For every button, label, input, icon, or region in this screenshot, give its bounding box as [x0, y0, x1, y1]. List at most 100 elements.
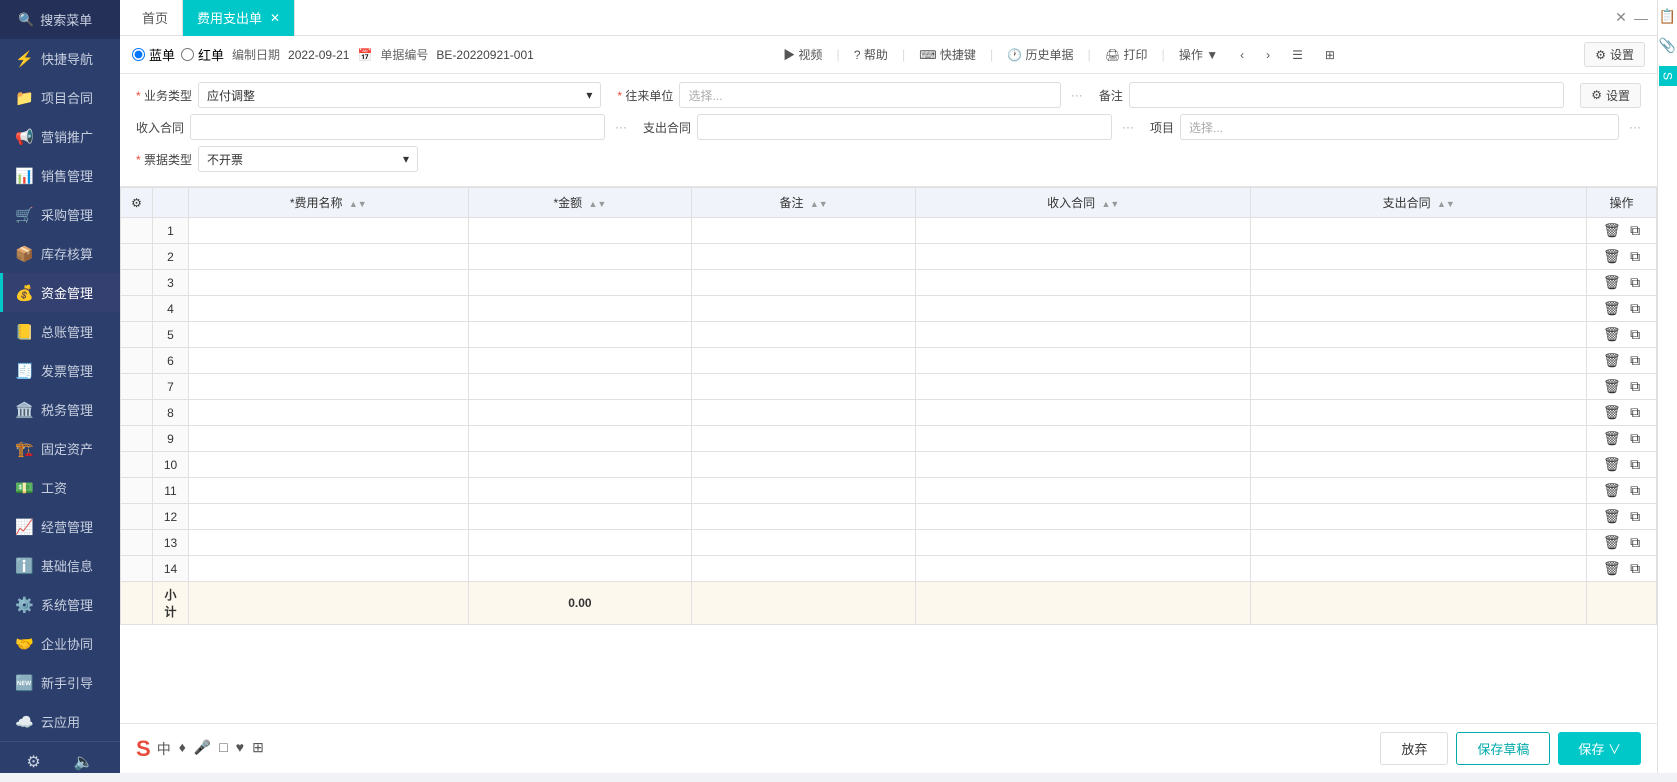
- row-amount-cell[interactable]: [468, 296, 692, 322]
- row-amount-cell[interactable]: [468, 452, 692, 478]
- row-name-cell[interactable]: [189, 478, 469, 504]
- col-expense-header[interactable]: 支出合同 ▲▼: [1251, 188, 1587, 218]
- row-expense-cell[interactable]: [1251, 426, 1587, 452]
- sidebar-item-basic-info[interactable]: ℹ️基础信息: [0, 546, 120, 585]
- row-amount-cell[interactable]: [468, 400, 692, 426]
- row-income-cell[interactable]: [915, 374, 1251, 400]
- row-income-cell[interactable]: [915, 426, 1251, 452]
- row-copy-icon[interactable]: ⧉: [1630, 248, 1640, 264]
- video-btn[interactable]: ▶ 视频: [775, 43, 830, 66]
- row-name-cell[interactable]: [189, 400, 469, 426]
- project-select[interactable]: 选择...: [1180, 114, 1619, 140]
- income-contract-more-btn[interactable]: ···: [615, 120, 627, 134]
- row-expense-cell[interactable]: [1251, 530, 1587, 556]
- col-name-header[interactable]: *费用名称 ▲▼: [189, 188, 469, 218]
- row-name-cell[interactable]: [189, 530, 469, 556]
- row-note-cell[interactable]: [692, 556, 916, 582]
- row-income-cell[interactable]: [915, 400, 1251, 426]
- expense-contract-input[interactable]: [697, 114, 1112, 140]
- row-expense-cell[interactable]: [1251, 504, 1587, 530]
- row-note-cell[interactable]: [692, 296, 916, 322]
- col-income-header[interactable]: 收入合同 ▲▼: [915, 188, 1251, 218]
- sidebar-item-capital-mgmt[interactable]: 💰资金管理: [0, 273, 120, 312]
- row-note-cell[interactable]: [692, 452, 916, 478]
- col-note-header[interactable]: 备注 ▲▼: [692, 188, 916, 218]
- row-expense-cell[interactable]: [1251, 270, 1587, 296]
- col-gear-header[interactable]: ⚙: [121, 188, 153, 218]
- income-contract-input[interactable]: [190, 114, 605, 140]
- row-copy-icon[interactable]: ⧉: [1630, 482, 1640, 498]
- history-btn[interactable]: 🕐 历史单据: [999, 43, 1081, 66]
- sidebar-item-enterprise-collab[interactable]: 🤝企业协同: [0, 624, 120, 663]
- tab-expense-form[interactable]: 费用支出单 ✕: [183, 0, 295, 36]
- row-expense-cell[interactable]: [1251, 296, 1587, 322]
- tab-home[interactable]: 首页: [128, 0, 183, 36]
- sidebar-item-new-guide[interactable]: 🆕新手引导: [0, 663, 120, 702]
- row-expense-cell[interactable]: [1251, 322, 1587, 348]
- sidebar-item-quick-nav[interactable]: ⚡快捷导航: [0, 39, 120, 78]
- window-min-btn[interactable]: —: [1633, 10, 1649, 26]
- row-copy-icon[interactable]: ⧉: [1630, 352, 1640, 368]
- sidebar-item-purchase-mgmt[interactable]: 🛒采购管理: [0, 195, 120, 234]
- window-close-btn[interactable]: ✕: [1613, 10, 1629, 26]
- row-amount-cell[interactable]: [468, 348, 692, 374]
- help-btn[interactable]: ? 帮助: [846, 43, 896, 66]
- discard-btn[interactable]: 放弃: [1380, 732, 1448, 765]
- nav-prev-btn[interactable]: ‹: [1232, 45, 1252, 65]
- row-copy-icon[interactable]: ⧉: [1630, 534, 1640, 550]
- sidebar-item-fixed-assets[interactable]: 🏗️固定资产: [0, 429, 120, 468]
- tab-close-icon[interactable]: ✕: [270, 11, 280, 25]
- row-note-cell[interactable]: [692, 400, 916, 426]
- row-delete-icon[interactable]: 🗑: [1603, 300, 1621, 316]
- row-income-cell[interactable]: [915, 348, 1251, 374]
- row-income-cell[interactable]: [915, 504, 1251, 530]
- row-amount-cell[interactable]: [468, 556, 692, 582]
- radio-red-label[interactable]: 红单: [181, 45, 224, 64]
- row-note-cell[interactable]: [692, 348, 916, 374]
- radio-red[interactable]: [181, 48, 194, 61]
- row-delete-icon[interactable]: 🗑: [1603, 274, 1621, 290]
- row-copy-icon[interactable]: ⧉: [1630, 430, 1640, 446]
- row-delete-icon[interactable]: 🗑: [1603, 482, 1621, 498]
- row-delete-icon[interactable]: 🗑: [1603, 222, 1621, 238]
- row-income-cell[interactable]: [915, 478, 1251, 504]
- sidebar-item-inventory[interactable]: 📦库存核算: [0, 234, 120, 273]
- row-expense-cell[interactable]: [1251, 244, 1587, 270]
- project-more-btn[interactable]: ···: [1629, 120, 1641, 134]
- row-amount-cell[interactable]: [468, 322, 692, 348]
- row-amount-cell[interactable]: [468, 244, 692, 270]
- audio-icon[interactable]: 🔈: [74, 752, 94, 772]
- sidebar-item-operations-mgmt[interactable]: 📈经营管理: [0, 507, 120, 546]
- row-copy-icon[interactable]: ⧉: [1630, 508, 1640, 524]
- nav-next-btn[interactable]: ›: [1258, 45, 1278, 65]
- calendar-icon[interactable]: 📅: [357, 48, 372, 62]
- row-expense-cell[interactable]: [1251, 478, 1587, 504]
- operations-btn[interactable]: 操作 ▼: [1171, 43, 1226, 66]
- row-copy-icon[interactable]: ⧉: [1630, 560, 1640, 576]
- row-amount-cell[interactable]: [468, 426, 692, 452]
- view-list-btn[interactable]: ☰: [1284, 45, 1311, 65]
- sidebar-item-accounting[interactable]: 📒总账管理: [0, 312, 120, 351]
- sidebar-item-system-mgmt[interactable]: ⚙️系统管理: [0, 585, 120, 624]
- row-amount-cell[interactable]: [468, 504, 692, 530]
- row-expense-cell[interactable]: [1251, 374, 1587, 400]
- sidebar-item-cloud-apps[interactable]: ☁️云应用: [0, 702, 120, 741]
- save-btn[interactable]: 保存 ∨: [1558, 732, 1641, 765]
- row-copy-icon[interactable]: ⧉: [1630, 378, 1640, 394]
- right-panel-teal[interactable]: S: [1659, 66, 1677, 86]
- row-delete-icon[interactable]: 🗑: [1603, 248, 1621, 264]
- col-amount-header[interactable]: *金额 ▲▼: [468, 188, 692, 218]
- row-name-cell[interactable]: [189, 322, 469, 348]
- form-settings-btn[interactable]: ⚙ 设置: [1580, 83, 1641, 108]
- row-note-cell[interactable]: [692, 374, 916, 400]
- row-note-cell[interactable]: [692, 426, 916, 452]
- settings-btn[interactable]: ⚙ 设置: [1584, 42, 1645, 67]
- sidebar-item-tax-mgmt[interactable]: 🏛️税务管理: [0, 390, 120, 429]
- expense-contract-more-btn[interactable]: ···: [1122, 120, 1134, 134]
- row-name-cell[interactable]: [189, 452, 469, 478]
- right-panel-icon1[interactable]: 📋: [1659, 8, 1676, 25]
- row-expense-cell[interactable]: [1251, 452, 1587, 478]
- row-copy-icon[interactable]: ⧉: [1630, 300, 1640, 316]
- note-input[interactable]: [1129, 82, 1564, 108]
- row-name-cell[interactable]: [189, 218, 469, 244]
